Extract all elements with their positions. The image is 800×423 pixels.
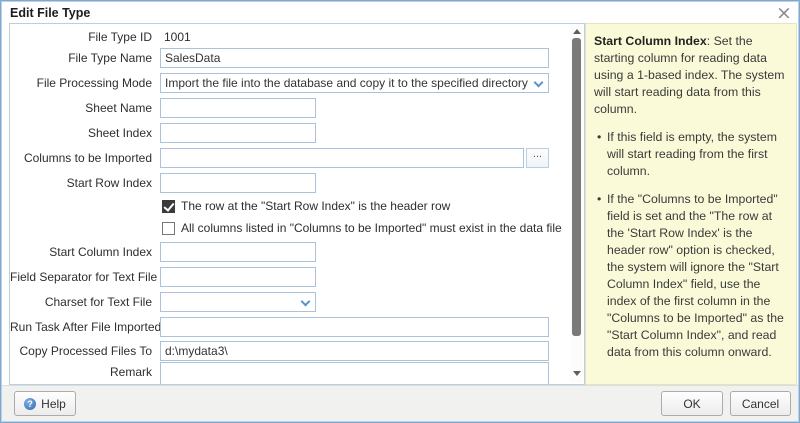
form-row-sheet-index: Sheet Index — [10, 120, 584, 145]
form-row-all-columns-checkbox: All columns listed in "Columns to be Imp… — [10, 217, 584, 239]
form-scrollbar[interactable] — [570, 25, 583, 383]
sheet-name-label: Sheet Name — [85, 100, 152, 115]
remark-textarea[interactable] — [160, 362, 549, 384]
dialog-content: File Type ID 1001 File Type Name File Pr… — [2, 23, 798, 385]
start-column-index-input[interactable] — [160, 241, 316, 262]
bullet-icon — [594, 191, 607, 361]
copy-processed-label: Copy Processed Files To — [19, 343, 152, 358]
run-task-input[interactable] — [160, 316, 549, 337]
title-bar: Edit File Type × — [2, 2, 798, 23]
file-processing-mode-value: Import the file into the database and co… — [165, 75, 528, 90]
form-row-remark: Remark — [10, 362, 584, 384]
cancel-button[interactable]: Cancel — [730, 391, 791, 416]
file-type-id-label: File Type ID — [88, 29, 152, 44]
field-separator-input[interactable] — [160, 266, 316, 287]
help-bullets: If this field is empty, the system will … — [594, 129, 788, 361]
form-row-start-row-index: Start Row Index — [10, 170, 584, 195]
help-intro: Start Column Index: Set the starting col… — [594, 33, 788, 118]
file-processing-mode-label: File Processing Mode — [36, 75, 152, 90]
chevron-down-icon — [300, 296, 311, 306]
help-bullet-2: If the "Columns to be Imported" field is… — [594, 191, 788, 361]
form-row-columns-to-be-imported: Columns to be Imported ... — [10, 145, 584, 170]
sheet-index-input[interactable] — [160, 122, 316, 143]
columns-to-be-imported-label: Columns to be Imported — [23, 150, 152, 165]
all-columns-checkbox-label: All columns listed in "Columns to be Imp… — [181, 221, 562, 235]
columns-to-be-imported-input[interactable] — [160, 147, 524, 168]
ok-button[interactable]: OK — [661, 391, 723, 416]
help-bullet-1: If this field is empty, the system will … — [594, 129, 788, 180]
file-type-name-label: File Type Name — [68, 50, 152, 65]
charset-select[interactable] — [160, 291, 316, 312]
form-row-header-row-checkbox: The row at the "Start Row Index" is the … — [10, 195, 584, 217]
header-row-checkbox-label: The row at the "Start Row Index" is the … — [181, 199, 451, 213]
form-row-charset: Charset for Text File — [10, 289, 584, 314]
run-task-label: Run Task After File Imported — [10, 319, 162, 334]
dialog-title: Edit File Type — [10, 5, 91, 20]
form-row-run-task: Run Task After File Imported — [10, 314, 584, 339]
help-button[interactable]: ? Help — [14, 391, 76, 416]
browse-columns-button[interactable]: ... — [526, 147, 549, 168]
form-rows: File Type ID 1001 File Type Name File Pr… — [10, 24, 584, 384]
file-type-id-value: 1001 — [164, 29, 191, 44]
form-row-file-type-id: File Type ID 1001 — [10, 28, 584, 45]
start-row-index-input[interactable] — [160, 172, 316, 193]
sheet-index-label: Sheet Index — [87, 125, 152, 140]
form-row-file-processing-mode: File Processing Mode Import the file int… — [10, 70, 584, 95]
all-columns-checkbox[interactable] — [162, 221, 175, 235]
help-panel: Start Column Index: Set the starting col… — [585, 23, 797, 385]
field-separator-label: Field Separator for Text File — [10, 269, 158, 284]
form-row-copy-processed: Copy Processed Files To — [10, 339, 584, 362]
header-row-checkbox[interactable] — [162, 199, 175, 213]
form-row-start-column-index: Start Column Index — [10, 239, 584, 264]
help-icon: ? — [24, 397, 37, 410]
edit-file-type-dialog: Edit File Type × File Type ID 1001 File … — [0, 0, 800, 423]
charset-label: Charset for Text File — [44, 294, 152, 309]
copy-processed-input[interactable] — [160, 340, 549, 361]
file-type-name-input[interactable] — [160, 47, 549, 68]
sheet-name-input[interactable] — [160, 97, 316, 118]
close-icon[interactable]: × — [776, 3, 792, 22]
bullet-icon — [594, 129, 607, 180]
scroll-up-icon[interactable] — [570, 25, 583, 37]
file-processing-mode-select[interactable]: Import the file into the database and co… — [160, 72, 549, 93]
help-term: Start Column Index — [594, 34, 707, 48]
start-row-index-label: Start Row Index — [66, 175, 152, 190]
footer-bar: ? Help OK Cancel — [2, 385, 798, 421]
form-row-sheet-name: Sheet Name — [10, 95, 584, 120]
start-column-index-label: Start Column Index — [49, 244, 152, 259]
scrollbar-thumb[interactable] — [572, 38, 581, 336]
form-row-field-separator: Field Separator for Text File — [10, 264, 584, 289]
form-row-file-type-name: File Type Name — [10, 45, 584, 70]
chevron-down-icon — [533, 77, 544, 87]
remark-label: Remark — [109, 365, 152, 379]
scroll-down-icon[interactable] — [570, 367, 583, 379]
form-panel: File Type ID 1001 File Type Name File Pr… — [9, 23, 585, 385]
